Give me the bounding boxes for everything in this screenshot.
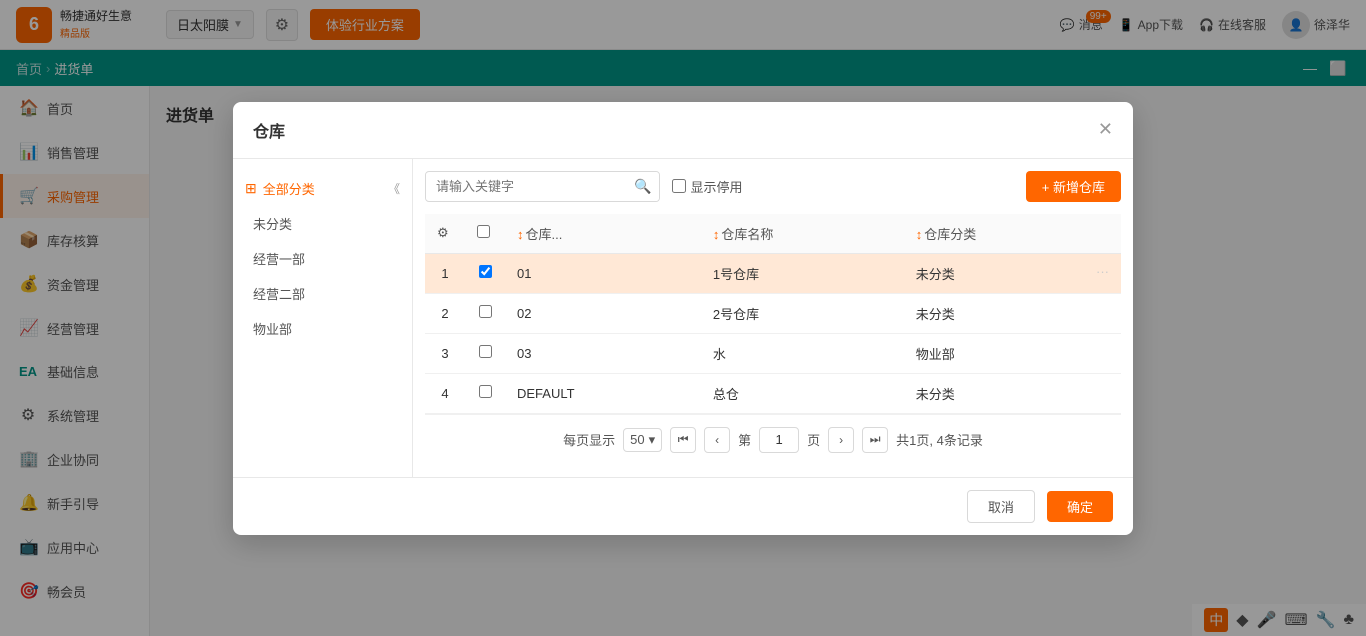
table-row: 1 01 1号仓库 未分类 ··· xyxy=(425,253,1121,293)
next-page-button[interactable]: › xyxy=(828,427,854,453)
page-unit: 页 xyxy=(807,430,820,449)
chevron-down-icon: ▾ xyxy=(649,432,656,448)
dialog-close-button[interactable]: ✕ xyxy=(1098,119,1113,140)
row-name-2: 2号仓库 xyxy=(701,293,904,333)
grid-icon: ⊞ xyxy=(245,180,257,197)
per-page-value: 50 xyxy=(630,432,644,447)
row-category-4: 未分类 xyxy=(904,373,1121,413)
row-name-4: 总仓 xyxy=(701,373,904,413)
row-name-3: 水 xyxy=(701,333,904,373)
show-disabled-checkbox[interactable] xyxy=(672,179,686,193)
col-category[interactable]: ↕仓库分类 xyxy=(904,214,1121,254)
prev-page-button[interactable]: ‹ xyxy=(704,427,730,453)
row-cb-3[interactable] xyxy=(465,333,505,373)
row-cb-4[interactable] xyxy=(465,373,505,413)
row-code-2: 02 xyxy=(505,293,701,333)
row-num-3: 3 xyxy=(425,333,465,373)
dialog: 仓库 ✕ ⊞ 全部分类 《 未分类 经营一部 经营二部 物业部 xyxy=(233,102,1133,535)
category-panel: ⊞ 全部分类 《 未分类 经营一部 经营二部 物业部 xyxy=(233,159,413,477)
table-row: 3 03 水 物业部 xyxy=(425,333,1121,373)
category-all-header[interactable]: ⊞ 全部分类 《 xyxy=(233,171,412,206)
row-category-1: 未分类 ··· xyxy=(904,253,1121,293)
category-item-dept2[interactable]: 经营二部 xyxy=(233,276,412,311)
col-checkbox xyxy=(465,214,505,254)
add-warehouse-button[interactable]: + 新增仓库 xyxy=(1026,171,1121,202)
row-name-1: 1号仓库 xyxy=(701,253,904,293)
dialog-body: ⊞ 全部分类 《 未分类 经营一部 经营二部 物业部 🔍 xyxy=(233,159,1133,477)
row-cb-1[interactable] xyxy=(465,253,505,293)
search-input[interactable] xyxy=(426,173,626,200)
col-name[interactable]: ↕仓库名称 xyxy=(701,214,904,254)
per-page-select[interactable]: 50 ▾ xyxy=(623,428,662,452)
search-button[interactable]: 🔍 xyxy=(626,172,659,201)
col-code[interactable]: ↕仓库... xyxy=(505,214,701,254)
page-input[interactable] xyxy=(759,427,799,453)
show-disabled-checkbox-wrapper[interactable]: 显示停用 xyxy=(672,177,742,196)
first-page-button[interactable]: ⏮ xyxy=(670,427,696,453)
dialog-title: 仓库 xyxy=(253,118,285,142)
dialog-header: 仓库 ✕ xyxy=(233,102,1133,159)
total-info: 共1页, 4条记录 xyxy=(896,430,983,449)
row-num-2: 2 xyxy=(425,293,465,333)
select-all-checkbox[interactable] xyxy=(477,225,490,238)
table-row: 2 02 2号仓库 未分类 xyxy=(425,293,1121,333)
row-num-1: 1 xyxy=(425,253,465,293)
row-cb-2[interactable] xyxy=(465,293,505,333)
show-disabled-label: 显示停用 xyxy=(690,177,742,196)
row-category-2: 未分类 xyxy=(904,293,1121,333)
row-category-3: 物业部 xyxy=(904,333,1121,373)
page-label: 第 xyxy=(738,430,751,449)
row-code-3: 03 xyxy=(505,333,701,373)
table-toolbar: 🔍 显示停用 + 新增仓库 xyxy=(425,171,1121,202)
collapse-icon[interactable]: 《 xyxy=(388,180,400,197)
table-panel: 🔍 显示停用 + 新增仓库 ⚙ xyxy=(413,159,1133,477)
warehouse-table: ⚙ ↕仓库... ↕仓库名称 ↕仓库分类 1 01 1号 xyxy=(425,214,1121,414)
per-page-label: 每页显示 xyxy=(563,430,615,449)
category-item-dept1[interactable]: 经营一部 xyxy=(233,241,412,276)
row-num-4: 4 xyxy=(425,373,465,413)
category-all-label: 全部分类 xyxy=(263,179,315,198)
pagination-bar: 每页显示 50 ▾ ⏮ ‹ 第 页 › ⏭ 共1页, 4条记录 xyxy=(425,414,1121,465)
category-item-property[interactable]: 物业部 xyxy=(233,311,412,346)
row-code-4: DEFAULT xyxy=(505,373,701,413)
dialog-footer: 取消 确定 xyxy=(233,477,1133,535)
category-all: ⊞ 全部分类 xyxy=(245,179,315,198)
last-page-button[interactable]: ⏭ xyxy=(862,427,888,453)
category-item-unclassified[interactable]: 未分类 xyxy=(233,206,412,241)
table-container: ⚙ ↕仓库... ↕仓库名称 ↕仓库分类 1 01 1号 xyxy=(425,214,1121,414)
table-row: 4 DEFAULT 总仓 未分类 xyxy=(425,373,1121,413)
col-gear: ⚙ xyxy=(425,214,465,254)
cancel-button[interactable]: 取消 xyxy=(967,490,1035,523)
row-code-1: 01 xyxy=(505,253,701,293)
search-input-wrapper: 🔍 xyxy=(425,171,660,202)
dialog-overlay: 仓库 ✕ ⊞ 全部分类 《 未分类 经营一部 经营二部 物业部 xyxy=(0,0,1366,636)
confirm-button[interactable]: 确定 xyxy=(1047,491,1113,522)
